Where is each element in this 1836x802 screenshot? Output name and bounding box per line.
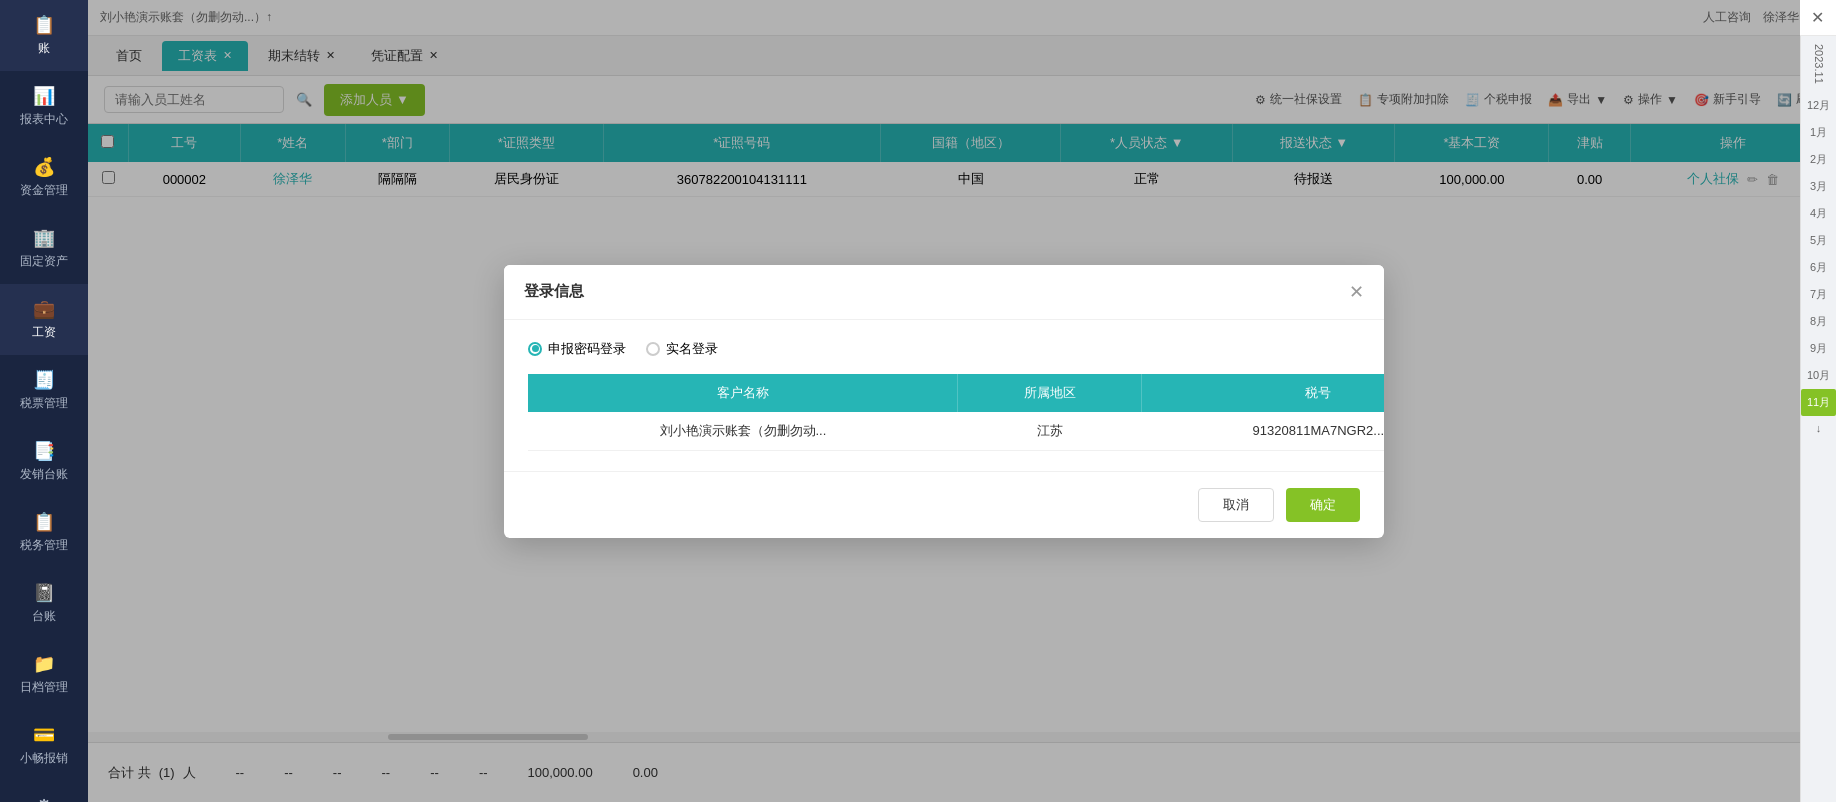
radio-dot-realname (646, 342, 660, 356)
funds-icon: 💰 (8, 156, 80, 178)
topbar-close[interactable]: ✕ (1811, 8, 1824, 27)
file-mgmt-icon: 📁 (8, 653, 80, 675)
cal-month-9[interactable]: 9月 (1801, 335, 1836, 362)
sales-icon: 📑 (8, 440, 80, 462)
sidebar-item-zhang[interactable]: 📋 账 (0, 0, 88, 71)
sidebar-item-expense[interactable]: 💳 小畅报销 (0, 710, 88, 781)
cell-client-name: 刘小艳演示账套（勿删勿动... (528, 412, 958, 451)
sidebar-item-settings[interactable]: ⚙ 设置 (0, 781, 88, 802)
dialog-title: 登录信息 (524, 282, 584, 301)
calendar-year: 2023.11 (1813, 36, 1825, 92)
dialog-footer: 取消 确定 (504, 471, 1384, 538)
sidebar-item-tax-tickets[interactable]: 🧾 税票管理 (0, 355, 88, 426)
dialog-table-row: 刘小艳演示账套（勿删勿动... 江苏 91320811MA7NGR2... (528, 412, 1384, 451)
settings-icon: ⚙ (8, 795, 80, 802)
tax-mgmt-icon: 📋 (8, 511, 80, 533)
cell-tax-no: 91320811MA7NGR2... (1142, 412, 1384, 451)
cal-month-10[interactable]: 10月 (1801, 362, 1836, 389)
cal-month-11[interactable]: 11月 (1801, 389, 1836, 416)
radio-realname-login[interactable]: 实名登录 (646, 340, 718, 358)
cal-month-12[interactable]: 12月 (1801, 92, 1836, 119)
sidebar-item-assets[interactable]: 🏢 固定资产 (0, 213, 88, 284)
zhang-icon: 📋 (8, 14, 80, 36)
salary-icon: 💼 (8, 298, 80, 320)
sidebar-item-salary[interactable]: 💼 工资 (0, 284, 88, 355)
radio-dot-password (528, 342, 542, 356)
calendar-panel: 2023.11 12月 1月 2月 3月 4月 5月 6月 7月 8月 9月 1… (1800, 36, 1836, 802)
cal-month-2[interactable]: 2月 (1801, 146, 1836, 173)
sidebar-item-ledger[interactable]: 📓 台账 (0, 568, 88, 639)
confirm-button[interactable]: 确定 (1286, 488, 1360, 522)
radio-password-login[interactable]: 申报密码登录 (528, 340, 626, 358)
cal-month-6[interactable]: 6月 (1801, 254, 1836, 281)
dialog-header: 登录信息 ✕ (504, 265, 1384, 320)
sidebar-item-tax-mgmt[interactable]: 📋 税务管理 (0, 497, 88, 568)
expense-icon: 💳 (8, 724, 80, 746)
cal-month-8[interactable]: 8月 (1801, 308, 1836, 335)
sidebar-item-sales-ledger[interactable]: 📑 发销台账 (0, 426, 88, 497)
sidebar-item-funds[interactable]: 💰 资金管理 (0, 142, 88, 213)
cal-month-7[interactable]: 7月 (1801, 281, 1836, 308)
dialog-close-button[interactable]: ✕ (1349, 281, 1364, 303)
sidebar-item-reports[interactable]: 📊 报表中心 (0, 71, 88, 142)
overlay: 登录信息 ✕ 申报密码登录 实名登录 客户名称 所属地 (88, 0, 1800, 802)
cal-month-5[interactable]: 5月 (1801, 227, 1836, 254)
tax-tickets-icon: 🧾 (8, 369, 80, 391)
dialog-body: 申报密码登录 实名登录 客户名称 所属地区 税号 个税密码 (504, 320, 1384, 471)
dialog-table-header: 客户名称 所属地区 税号 个税密码 (528, 374, 1384, 412)
cal-month-4[interactable]: 4月 (1801, 200, 1836, 227)
login-info-table: 客户名称 所属地区 税号 个税密码 刘小艳演示账套（勿删勿动... 江苏 913… (528, 374, 1384, 451)
cell-region: 江苏 (958, 412, 1142, 451)
col-client-name: 客户名称 (528, 374, 958, 412)
cal-month-3[interactable]: 3月 (1801, 173, 1836, 200)
col-tax-no: 税号 (1142, 374, 1384, 412)
login-type-radio-group: 申报密码登录 实名登录 (528, 340, 1360, 358)
ledger-icon: 📓 (8, 582, 80, 604)
cal-scroll-down[interactable]: ↓ (1801, 416, 1836, 440)
col-region: 所属地区 (958, 374, 1142, 412)
login-dialog: 登录信息 ✕ 申报密码登录 实名登录 客户名称 所属地 (504, 265, 1384, 538)
cal-month-1[interactable]: 1月 (1801, 119, 1836, 146)
assets-icon: 🏢 (8, 227, 80, 249)
cancel-button[interactable]: 取消 (1198, 488, 1274, 522)
sidebar: 📋 账 📊 报表中心 💰 资金管理 🏢 固定资产 💼 工资 🧾 税票管理 📑 发… (0, 0, 88, 802)
sidebar-item-file-mgmt[interactable]: 📁 日档管理 (0, 639, 88, 710)
reports-icon: 📊 (8, 85, 80, 107)
